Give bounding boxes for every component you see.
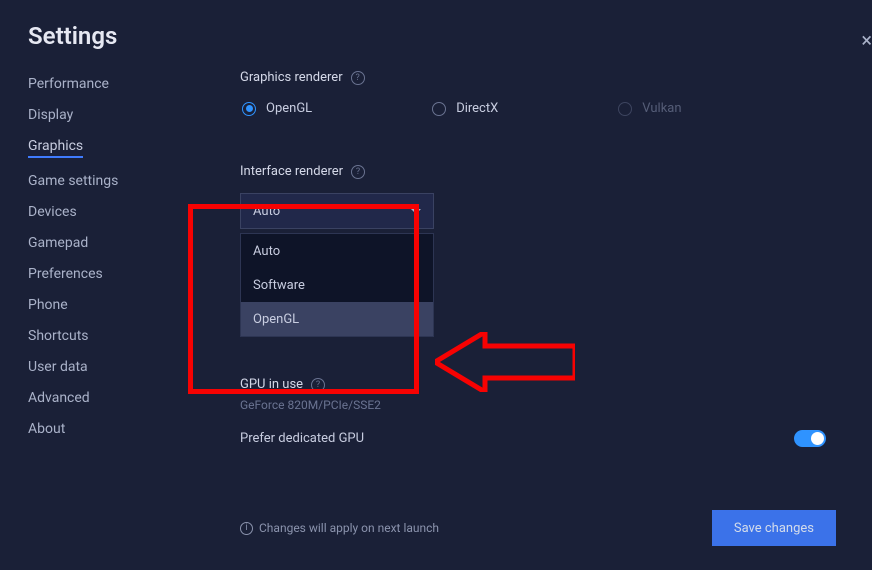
sidebar-item-display[interactable]: Display: [28, 107, 73, 123]
sidebar-item-user-data[interactable]: User data: [28, 359, 88, 375]
radio-icon: [618, 102, 632, 116]
interface-renderer-label: Interface renderer ?: [240, 164, 365, 179]
page-title: Settings: [28, 22, 117, 50]
dropdown-item-auto[interactable]: Auto: [241, 234, 433, 268]
help-icon[interactable]: ?: [311, 378, 325, 392]
footer-note: i Changes will apply on next launch: [240, 521, 439, 535]
radio-opengl[interactable]: OpenGL: [242, 101, 312, 116]
interface-renderer-dropdown[interactable]: Auto: [240, 193, 434, 229]
graphics-renderer-label: Graphics renderer ?: [240, 70, 365, 85]
prefer-gpu-label: Prefer dedicated GPU: [240, 431, 364, 446]
prefer-gpu-toggle[interactable]: [794, 430, 826, 447]
gpu-value: GeForce 820M/PCIe/SSE2: [240, 398, 836, 412]
radio-vulkan: Vulkan: [618, 101, 681, 116]
sidebar-item-gamepad[interactable]: Gamepad: [28, 235, 88, 251]
sidebar-item-preferences[interactable]: Preferences: [28, 266, 103, 282]
radio-icon: [242, 102, 256, 116]
interface-renderer-menu: Auto Software OpenGL: [240, 233, 434, 337]
chevron-down-icon: [411, 209, 421, 214]
close-icon[interactable]: ×: [861, 28, 872, 52]
sidebar-item-performance[interactable]: Performance: [28, 76, 109, 92]
sidebar-item-game-settings[interactable]: Game settings: [28, 173, 118, 189]
gpu-in-use-label: GPU in use ?: [240, 377, 325, 392]
info-icon: i: [240, 522, 253, 535]
sidebar-item-about[interactable]: About: [28, 421, 65, 437]
help-icon[interactable]: ?: [351, 165, 365, 179]
radio-icon: [432, 102, 446, 116]
radio-directx[interactable]: DirectX: [432, 101, 498, 116]
help-icon[interactable]: ?: [351, 71, 365, 85]
sidebar: Performance Display Graphics Game settin…: [0, 66, 200, 492]
save-button[interactable]: Save changes: [712, 510, 836, 546]
sidebar-item-graphics[interactable]: Graphics: [28, 138, 83, 158]
sidebar-item-shortcuts[interactable]: Shortcuts: [28, 328, 89, 344]
sidebar-item-phone[interactable]: Phone: [28, 297, 68, 313]
dropdown-item-opengl[interactable]: OpenGL: [241, 302, 433, 336]
sidebar-item-advanced[interactable]: Advanced: [28, 390, 90, 406]
dropdown-item-software[interactable]: Software: [241, 268, 433, 302]
sidebar-item-devices[interactable]: Devices: [28, 204, 77, 220]
